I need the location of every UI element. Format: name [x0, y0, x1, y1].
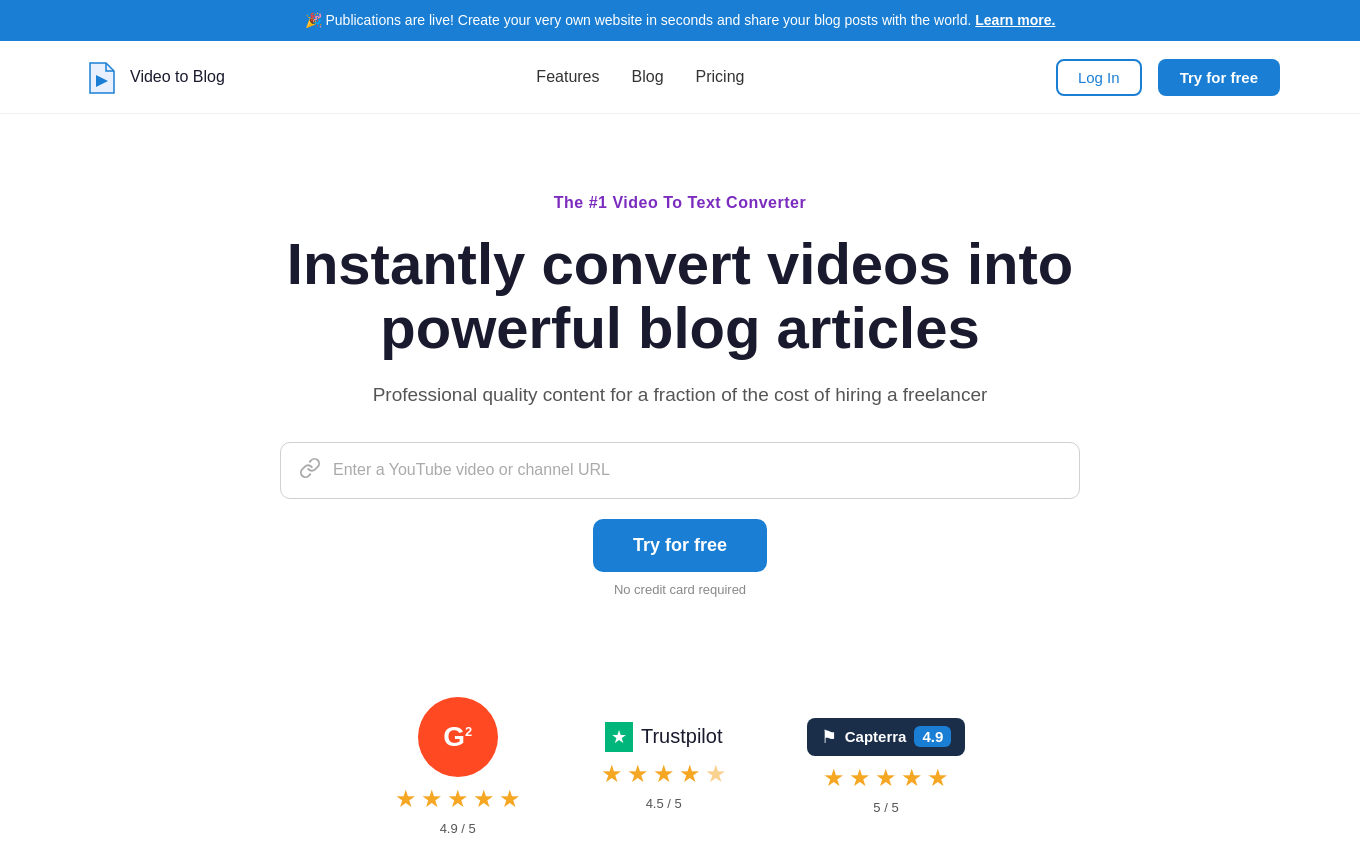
tp-star-3: ★	[653, 760, 675, 788]
trustpilot-label: Trustpilot	[641, 725, 723, 748]
g2-star-5: ★	[499, 785, 521, 813]
capterra-badge: ⚑ Capterra 4.9	[807, 718, 966, 756]
logo-icon	[80, 57, 120, 97]
g2-badge: G2	[418, 697, 498, 777]
trustpilot-icon: ★	[605, 722, 633, 752]
hero-tagline: The #1 Video To Text Converter	[554, 194, 806, 212]
nav-actions: Log In Try for free	[1056, 59, 1280, 96]
navbar: Video to Blog Features Blog Pricing Log …	[0, 41, 1360, 114]
cap-star-5: ★	[927, 764, 949, 792]
g2-star-3: ★	[447, 785, 469, 813]
cap-star-2: ★	[849, 764, 871, 792]
try-for-free-cta-button[interactable]: Try for free	[593, 519, 767, 572]
g2-score: 4.9 / 5	[440, 821, 476, 836]
tp-star-4: ★	[679, 760, 701, 788]
capterra-flag-icon: ⚑	[821, 726, 837, 748]
capterra-rating: ⚑ Capterra 4.9 ★ ★ ★ ★ ★ 5 / 5	[807, 718, 966, 815]
nav-links: Features Blog Pricing	[536, 68, 744, 86]
hero-title: Instantly convert videos into powerful b…	[287, 232, 1073, 360]
capterra-label: Capterra	[845, 728, 907, 745]
url-input[interactable]	[333, 461, 1061, 479]
url-input-container	[280, 442, 1080, 499]
ratings-section: G2 ★ ★ ★ ★ ★ 4.9 / 5 ★ Trustpilot ★ ★ ★ …	[0, 657, 1360, 856]
announcement-banner: 🎉 Publications are live! Create your ver…	[0, 0, 1360, 41]
try-for-free-nav-button[interactable]: Try for free	[1158, 59, 1280, 96]
tp-star-5: ★	[705, 760, 727, 788]
g2-logo-text: G2	[443, 723, 472, 751]
trustpilot-logo: ★ Trustpilot	[605, 722, 723, 752]
g2-star-1: ★	[395, 785, 417, 813]
no-credit-card-text: No credit card required	[614, 582, 746, 597]
login-button[interactable]: Log In	[1056, 59, 1142, 96]
cap-star-4: ★	[901, 764, 923, 792]
nav-features[interactable]: Features	[536, 68, 599, 86]
capterra-score-text: 5 / 5	[873, 800, 898, 815]
logo-link[interactable]: Video to Blog	[80, 57, 225, 97]
nav-pricing[interactable]: Pricing	[696, 68, 745, 86]
logo-text: Video to Blog	[130, 68, 225, 86]
g2-star-2: ★	[421, 785, 443, 813]
trustpilot-score: 4.5 / 5	[646, 796, 682, 811]
capterra-stars: ★ ★ ★ ★ ★	[823, 764, 949, 792]
hero-section: The #1 Video To Text Converter Instantly…	[0, 114, 1360, 657]
tp-star-1: ★	[601, 760, 623, 788]
cap-star-1: ★	[823, 764, 845, 792]
g2-stars: ★ ★ ★ ★ ★	[395, 785, 521, 813]
capterra-score-badge: 4.9	[914, 726, 951, 747]
trustpilot-rating: ★ Trustpilot ★ ★ ★ ★ ★ 4.5 / 5	[601, 722, 727, 811]
banner-text: 🎉 Publications are live! Create your ver…	[305, 12, 972, 28]
g2-star-4: ★	[473, 785, 495, 813]
hero-subtitle: Professional quality content for a fract…	[373, 384, 988, 406]
g2-rating: G2 ★ ★ ★ ★ ★ 4.9 / 5	[395, 697, 521, 836]
banner-learn-more-link[interactable]: Learn more.	[975, 12, 1055, 28]
tp-star-2: ★	[627, 760, 649, 788]
trustpilot-stars: ★ ★ ★ ★ ★	[601, 760, 727, 788]
link-icon	[299, 457, 321, 484]
nav-blog[interactable]: Blog	[632, 68, 664, 86]
cap-star-3: ★	[875, 764, 897, 792]
